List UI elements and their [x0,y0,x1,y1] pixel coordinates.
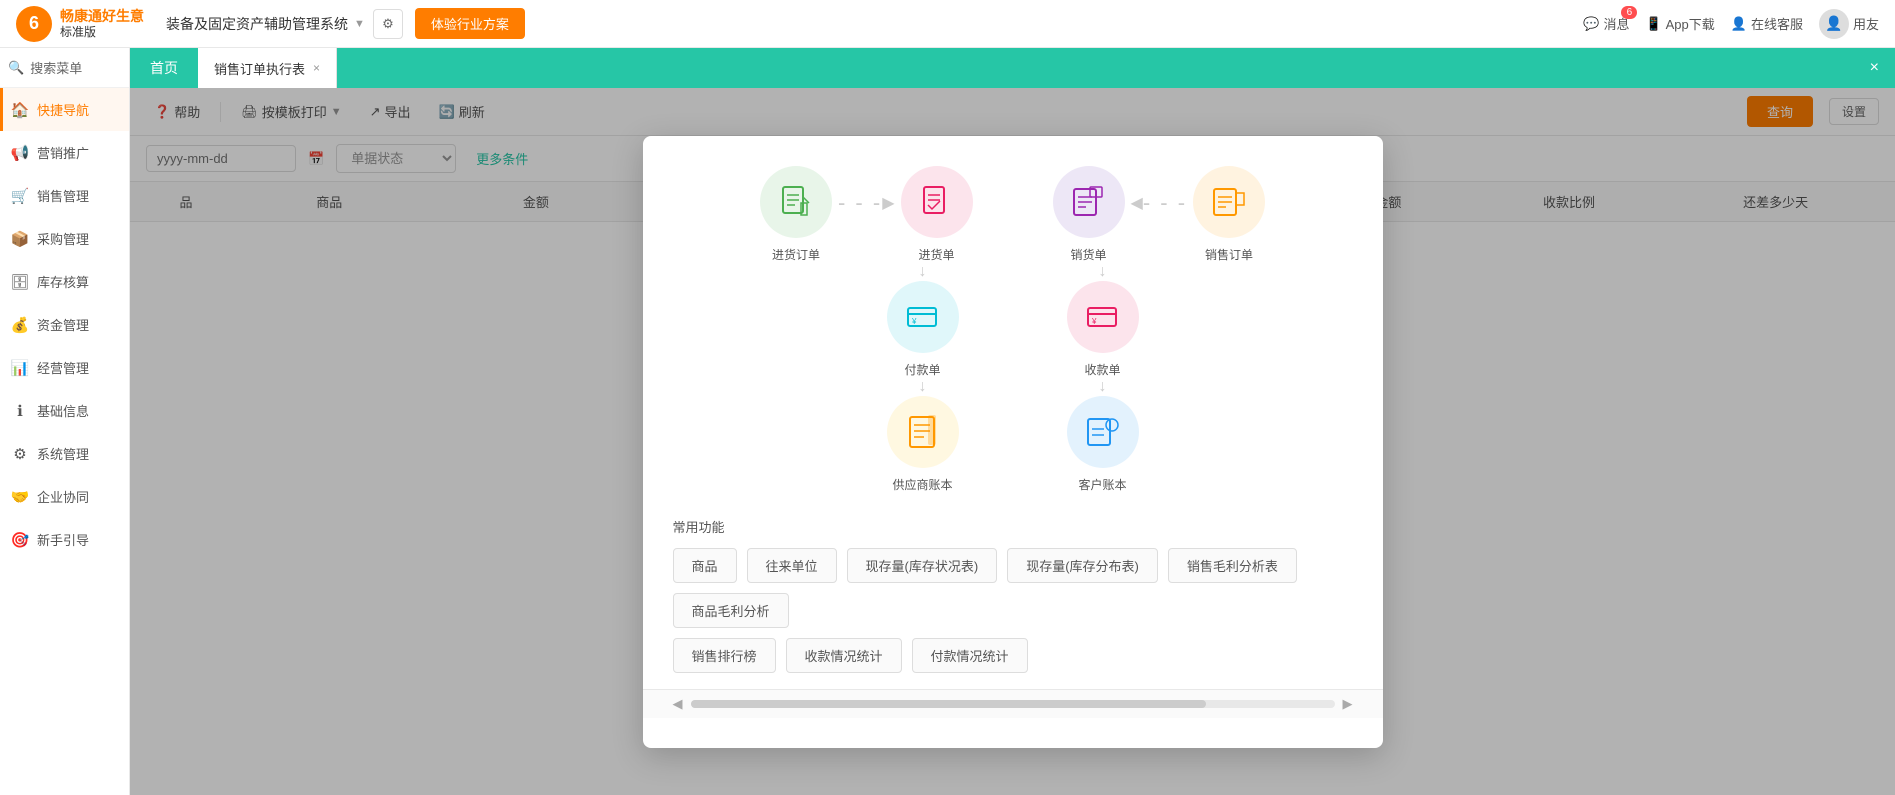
scroll-thumb [691,700,1206,708]
func-btn-product[interactable]: 商品 [673,548,737,583]
flow-diagram: 进货订单 - - - ▶ [673,166,1353,493]
func-btn-product-gross[interactable]: 商品毛利分析 [673,593,789,628]
user-menu-button[interactable]: 👤 用友 [1819,9,1879,39]
stock-icon: 🗄 [11,273,29,291]
online-service-button[interactable]: 👤 在线客服 [1731,14,1803,33]
supplier-ledger-circle[interactable] [887,396,959,468]
system-dropdown-arrow[interactable]: ▼ [354,18,365,30]
func-btn-sales-rank[interactable]: 销售排行榜 [673,638,776,673]
tab-bar: 首页 销售订单执行表 × × [130,48,1895,88]
scroll-left-arrow[interactable]: ◀ [673,696,683,712]
service-icon: 👤 [1731,16,1747,32]
tab-home[interactable]: 首页 [130,48,198,88]
marketing-icon: 📢 [11,144,29,162]
func-btn-stock-dist[interactable]: 现存量(库存分布表) [1007,548,1158,583]
message-icon: 💬 [1583,16,1599,32]
logo-icon: 6 [16,6,52,42]
payment-label: 付款单 [904,361,940,378]
app-download-button[interactable]: 📱 App下载 [1645,14,1714,33]
flow-item-customer-ledger[interactable]: 客户账本 [1067,396,1139,493]
purchase-slip-label: 进货单 [918,246,954,263]
sidebar-item-purchase[interactable]: 📦 采购管理 [0,217,129,260]
scroll-track[interactable] [691,700,1335,708]
system-icon: ⚙ [11,445,29,463]
basic-icon: ℹ [11,402,29,420]
guide-icon: 🎯 [11,531,29,549]
tab-close-button[interactable]: × [313,61,320,75]
func-btn-stock-status[interactable]: 现存量(库存状况表) [847,548,998,583]
flow-item-sales-slip[interactable]: 销货单 [1053,166,1125,263]
supplier-ledger-label: 供应商账本 [892,476,952,493]
search-menu-button[interactable]: 🔍 搜索菜单 [0,48,129,88]
sales-order-label: 销售订单 [1205,246,1253,263]
top-right-area: 💬 消息 6 📱 App下载 👤 在线客服 👤 用友 [1583,9,1879,39]
customer-ledger-circle[interactable] [1067,396,1139,468]
sales-slip-circle[interactable] [1053,166,1125,238]
func-btn-sales-gross[interactable]: 销售毛利分析表 [1168,548,1297,583]
enterprise-icon: 🤝 [11,488,29,506]
func-btn-partner[interactable]: 往来单位 [747,548,837,583]
sidebar-item-quick[interactable]: 🏠 快捷导航 [0,88,129,131]
message-badge: 6 [1621,6,1637,19]
flow-item-purchase-slip[interactable]: 进货单 [901,166,973,263]
sidebar: 🔍 搜索菜单 🏠 快捷导航 📢 营销推广 🛒 销售管理 📦 采购管理 🗄 [0,48,130,795]
purchase-slip-circle[interactable] [901,166,973,238]
payment-circle[interactable]: ¥ [887,281,959,353]
purchase-order-label: 进货订单 [772,246,820,263]
download-icon: 📱 [1645,16,1661,32]
message-button[interactable]: 💬 消息 6 [1583,14,1629,33]
sales-icon: 🛒 [11,187,29,205]
finance-icon: 💰 [11,316,29,334]
sidebar-item-enterprise[interactable]: 🤝 企业协同 [0,475,129,518]
main-content: ❓ 帮助 🖨 按模板打印 ▼ ↗ 导出 🔄 刷新 [130,88,1895,795]
func-buttons-row-2: 销售排行榜 收款情况统计 付款情况统计 [673,638,1353,673]
scroll-right-arrow[interactable]: ▶ [1343,696,1353,712]
flow-item-sales-order[interactable]: 销售订单 [1193,166,1265,263]
svg-text:¥: ¥ [1091,317,1097,326]
common-functions: 常用功能 商品 往来单位 现存量(库存状况表) 现存量(库存分布表) 销售毛利分… [673,517,1353,673]
home-icon: 🏠 [11,101,29,119]
sidebar-item-finance[interactable]: 💰 资金管理 [0,303,129,346]
svg-text:¥: ¥ [911,317,917,326]
sales-order-circle[interactable] [1193,166,1265,238]
common-funcs-title: 常用功能 [673,517,1353,536]
func-btn-payment-stats[interactable]: 付款情况统计 [912,638,1028,673]
modal-overlay[interactable]: 进货订单 - - - ▶ [130,88,1895,795]
sidebar-item-marketing[interactable]: 📢 营销推广 [0,131,129,174]
flow-modal: 进货订单 - - - ▶ [643,136,1383,748]
close-all-button[interactable]: × [1870,59,1879,77]
flow-item-supplier-ledger[interactable]: 供应商账本 [887,396,959,493]
receipt-circle[interactable]: ¥ [1067,281,1139,353]
avatar: 👤 [1819,9,1849,39]
purchase-order-circle[interactable] [760,166,832,238]
experience-button[interactable]: 体验行业方案 [415,8,525,39]
func-btn-receipt-stats[interactable]: 收款情况统计 [786,638,902,673]
system-title: 装备及固定资产辅助管理系统 ▼ [166,14,365,34]
sidebar-item-operation[interactable]: 📊 经营管理 [0,346,129,389]
settings-button[interactable]: ⚙ [373,9,403,39]
sidebar-item-sales[interactable]: 🛒 销售管理 [0,174,129,217]
receipt-label: 收款单 [1084,361,1120,378]
customer-ledger-label: 客户账本 [1078,476,1126,493]
flow-item-purchase-order[interactable]: 进货订单 [760,166,832,263]
sidebar-item-guide[interactable]: 🎯 新手引导 [0,518,129,561]
sales-slip-label: 销货单 [1070,246,1106,263]
purchase-icon: 📦 [11,230,29,248]
logo-text: 畅康通好生意 标准版 [60,7,144,41]
func-buttons-row: 商品 往来单位 现存量(库存状况表) 现存量(库存分布表) 销售毛利分析表 商品… [673,548,1353,628]
sidebar-item-system[interactable]: ⚙ 系统管理 [0,432,129,475]
logo-area: 6 畅康通好生意 标准版 [16,6,146,42]
sidebar-item-basic[interactable]: ℹ 基础信息 [0,389,129,432]
sidebar-item-stock[interactable]: 🗄 库存核算 [0,260,129,303]
flow-item-payment[interactable]: ¥ 付款单 [887,281,959,378]
flow-item-receipt[interactable]: ¥ 收款单 [1067,281,1139,378]
tab-sales-order[interactable]: 销售订单执行表 × [198,48,337,88]
operation-icon: 📊 [11,359,29,377]
search-icon: 🔍 [8,60,24,76]
modal-scrollbar[interactable]: ◀ ▶ [643,689,1383,718]
